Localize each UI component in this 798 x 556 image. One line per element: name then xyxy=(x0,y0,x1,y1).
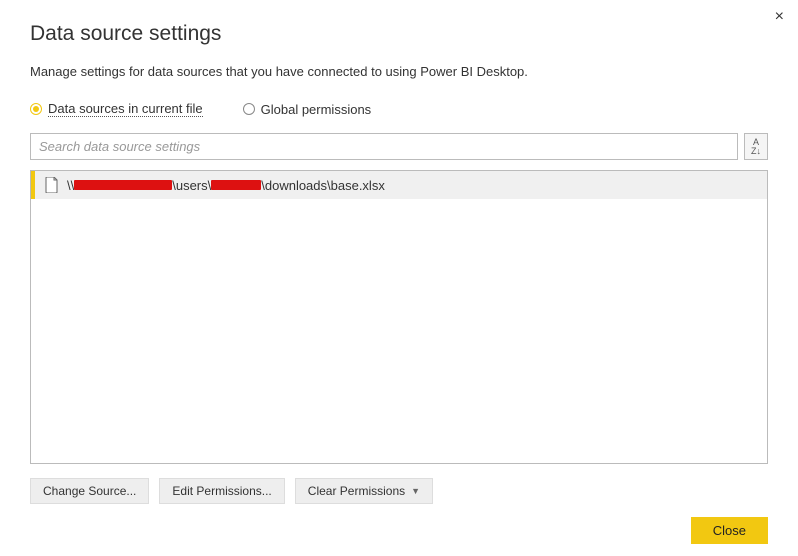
radio-icon xyxy=(30,103,42,115)
data-source-item[interactable]: \\ \users\ \downloads\base.xlsx xyxy=(31,171,767,199)
radio-current-file-label: Data sources in current file xyxy=(48,101,203,117)
chevron-down-icon: ▼ xyxy=(411,486,420,496)
clear-permissions-button[interactable]: Clear Permissions ▼ xyxy=(295,478,433,504)
data-source-path: \\ \users\ \downloads\base.xlsx xyxy=(67,178,385,193)
radio-current-file[interactable]: Data sources in current file xyxy=(30,101,203,117)
scope-radio-group: Data sources in current file Global perm… xyxy=(30,101,768,117)
change-source-button[interactable]: Change Source... xyxy=(30,478,149,504)
sort-arrow-icon: Z↓ xyxy=(751,147,761,156)
redacted-segment xyxy=(211,180,261,190)
dialog-subtitle: Manage settings for data sources that yo… xyxy=(30,64,768,79)
action-button-row: Change Source... Edit Permissions... Cle… xyxy=(30,478,768,504)
dialog-title: Data source settings xyxy=(30,22,768,46)
file-icon xyxy=(45,177,59,193)
search-input[interactable] xyxy=(30,133,738,160)
search-row: A Z↓ xyxy=(30,133,768,160)
radio-icon xyxy=(243,103,255,115)
clear-permissions-label: Clear Permissions xyxy=(308,484,405,498)
radio-global-permissions[interactable]: Global permissions xyxy=(243,102,372,117)
data-source-list[interactable]: \\ \users\ \downloads\base.xlsx xyxy=(30,170,768,464)
close-icon[interactable]: × xyxy=(775,8,784,26)
dialog-footer: Close xyxy=(691,517,768,544)
edit-permissions-button[interactable]: Edit Permissions... xyxy=(159,478,284,504)
redacted-segment xyxy=(74,180,172,190)
close-button[interactable]: Close xyxy=(691,517,768,544)
sort-button[interactable]: A Z↓ xyxy=(744,133,768,160)
radio-global-permissions-label: Global permissions xyxy=(261,102,372,117)
